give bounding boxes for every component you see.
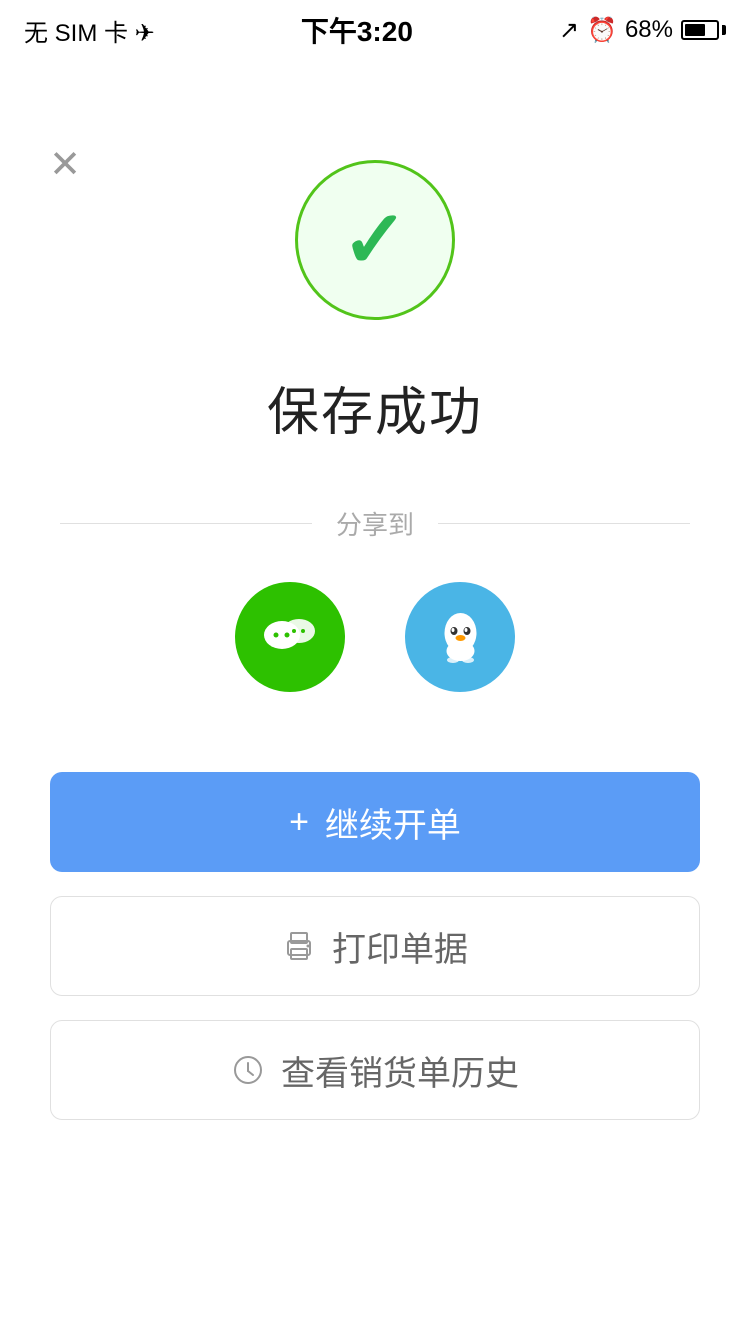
wechat-share-button[interactable]: [235, 582, 345, 692]
main-content: ✕ ✓ 保存成功 分享到: [0, 60, 750, 1334]
printer-icon: [282, 929, 316, 963]
print-button[interactable]: 打印单据: [50, 896, 700, 996]
sim-label: 无 SIM 卡 ✈: [24, 13, 155, 48]
qq-share-button[interactable]: [405, 582, 515, 692]
close-icon: ✕: [49, 146, 81, 184]
continue-button[interactable]: + 继续开单: [50, 772, 700, 872]
battery-icon: [681, 20, 726, 40]
qq-icon: [428, 605, 493, 670]
success-title: 保存成功: [267, 370, 483, 445]
status-time: 下午3:20: [301, 10, 413, 50]
close-button[interactable]: ✕: [40, 140, 90, 190]
share-icons-row: [235, 582, 515, 692]
location-icon: ↗: [559, 16, 579, 45]
action-buttons: + 继续开单 打印单据: [0, 772, 750, 1120]
checkmark-icon: ✓: [341, 200, 408, 280]
plus-icon: +: [289, 803, 309, 842]
battery-percent: 68%: [625, 16, 673, 44]
divider-line-right: [438, 523, 690, 524]
history-button[interactable]: 查看销货单历史: [50, 1020, 700, 1120]
alarm-icon: ⏰: [587, 16, 617, 45]
history-label: 查看销货单历史: [281, 1046, 519, 1095]
print-label: 打印单据: [332, 922, 468, 971]
status-left: 无 SIM 卡 ✈: [24, 13, 155, 48]
share-label: 分享到: [312, 505, 438, 542]
clock-icon: [231, 1053, 265, 1087]
share-divider: 分享到: [0, 505, 750, 542]
wechat-icon: [258, 605, 323, 670]
divider-line-left: [60, 523, 312, 524]
continue-label: 继续开单: [325, 798, 461, 847]
success-icon-circle: ✓: [295, 160, 455, 320]
status-right: ↗ ⏰ 68%: [559, 16, 726, 45]
status-bar: 无 SIM 卡 ✈ 下午3:20 ↗ ⏰ 68%: [0, 0, 750, 60]
